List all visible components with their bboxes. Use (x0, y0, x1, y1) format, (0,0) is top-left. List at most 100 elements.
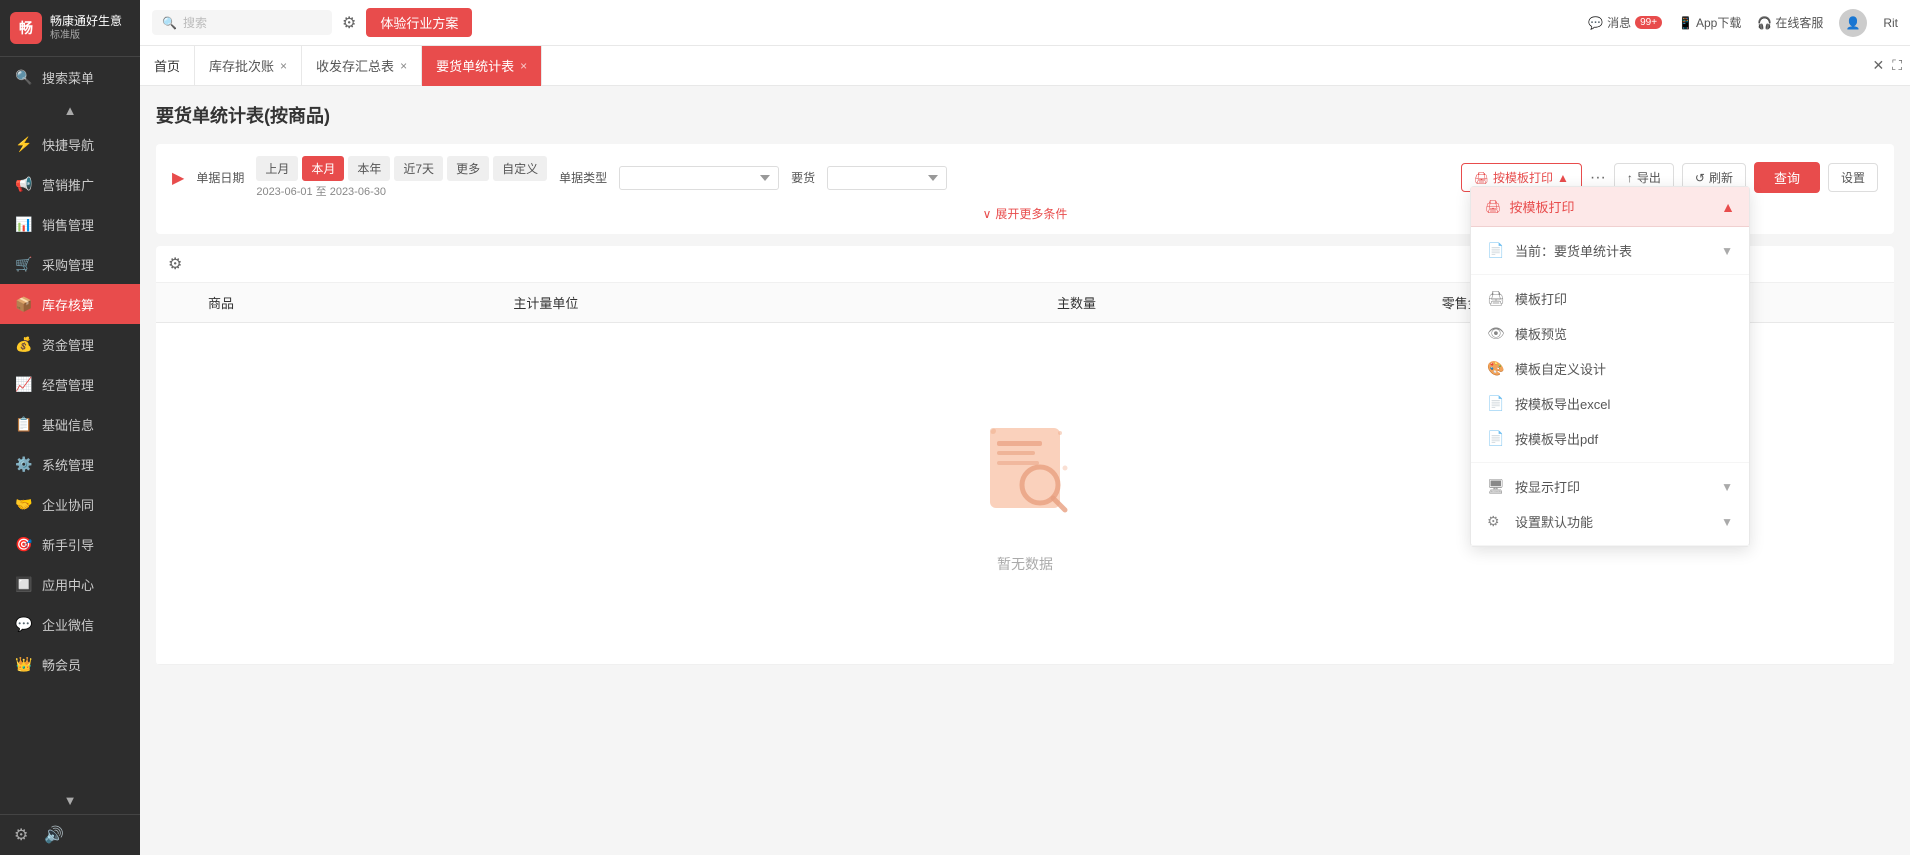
mobile-icon: 📱 (1678, 16, 1693, 30)
inventory-icon: 📦 (14, 294, 34, 314)
chevron-down-icon: ∨ (983, 207, 992, 221)
more-options-btn[interactable]: ··· (1590, 169, 1606, 187)
date-btn-custom[interactable]: 自定义 (493, 156, 547, 181)
dropdown-extra-sections: 🖥 按显示打印 ▼ ⚙ 设置默认功能 ▼ (1471, 463, 1749, 546)
sidebar-item-finance[interactable]: 💰 资金管理 (0, 324, 140, 364)
sidebar-item-apps[interactable]: 🔲 应用中心 (0, 564, 140, 604)
tab-batch[interactable]: 库存批次账 × (195, 46, 302, 86)
col-unit: 主计量单位 (501, 283, 1045, 323)
message-badge: 99+ (1635, 16, 1662, 29)
col-quantity: 主数量 (1045, 283, 1430, 323)
tabs-right-actions: ✕ ⛶ (1872, 57, 1910, 74)
date-btn-more[interactable]: 更多 (447, 156, 489, 181)
tab-close-collection[interactable]: × (400, 59, 407, 73)
date-btn-group: 上月 本月 本年 近7天 更多 自定义 2023-06-01 至 2023-06… (256, 156, 547, 199)
sidebar-bottom: ⚙ 🔊 (0, 814, 140, 855)
sidebar-nav: ⚡ 快捷导航 📢 营销推广 📊 销售管理 🛒 采购管理 📦 库存核算 💰 资金管… (0, 124, 140, 787)
filter-expand-icon[interactable]: ▶ (172, 168, 184, 188)
date-btn-current-month[interactable]: 本月 (302, 156, 344, 181)
sidebar: 畅 畅康通好生意 标准版 🔍 搜索菜单 ▲ ⚡ 快捷导航 📢 营销推广 📊 销售… (0, 0, 140, 855)
system-icon: ⚙️ (14, 454, 34, 474)
sidebar-item-guide[interactable]: 🎯 新手引导 (0, 524, 140, 564)
date-btn-last7[interactable]: 近7天 (394, 156, 443, 181)
tab-close-batch[interactable]: × (280, 59, 287, 73)
topbar: 🔍 搜索 ⚙ 体验行业方案 💬 消息 99+ 📱 App下载 🎧 在线客服 👤 … (140, 0, 1910, 46)
set-default-item[interactable]: ⚙ 设置默认功能 ▼ (1471, 504, 1749, 539)
search-icon: 🔍 (14, 67, 34, 87)
scroll-up-btn[interactable]: ▲ (0, 97, 140, 124)
template-print-item[interactable]: 🖨 模板打印 (1471, 281, 1749, 316)
query-button[interactable]: 查询 (1754, 162, 1820, 193)
dropdown-close-btn[interactable]: ▲ (1721, 199, 1735, 215)
scroll-down-btn[interactable]: ▼ (0, 787, 140, 814)
sidebar-item-basic[interactable]: 📋 基础信息 (0, 404, 140, 444)
sidebar-item-marketing[interactable]: 📢 营销推广 (0, 164, 140, 204)
settings-bottom-icon[interactable]: ⚙ (14, 825, 28, 845)
wechat-icon: 💬 (14, 614, 34, 634)
finance-icon: 💰 (14, 334, 34, 354)
audio-icon[interactable]: 🔊 (44, 825, 64, 845)
sidebar-item-enterprise[interactable]: 🤝 企业协同 (0, 484, 140, 524)
current-template-item[interactable]: 📄 当前：要货单统计表 ▼ (1471, 233, 1749, 268)
current-template-section: 📄 当前：要货单统计表 ▼ (1471, 227, 1749, 275)
sidebar-item-sales[interactable]: 📊 销售管理 (0, 204, 140, 244)
trial-button[interactable]: 体验行业方案 (366, 8, 472, 37)
settings-button[interactable]: 设置 (1828, 163, 1878, 192)
headset-icon: 🎧 (1757, 16, 1772, 30)
purchase-icon: 🛒 (14, 254, 34, 274)
sidebar-item-member[interactable]: 👑 畅会员 (0, 644, 140, 684)
dropdown-title: 🖨 按模板打印 (1485, 197, 1575, 216)
topbar-search-box[interactable]: 🔍 搜索 (152, 10, 332, 35)
date-range-text: 2023-06-01 至 2023-06-30 (256, 183, 547, 199)
col-product: 商品 (196, 283, 501, 323)
template-excel-item[interactable]: 📄 按模板导出excel (1471, 386, 1749, 421)
apps-icon: 🔲 (14, 574, 34, 594)
basic-icon: 📋 (14, 414, 34, 434)
logo-text: 畅康通好生意 标准版 (50, 14, 122, 43)
template-design-item[interactable]: 🎨 模板自定义设计 (1471, 351, 1749, 386)
template-pdf-icon: 📄 (1487, 430, 1505, 447)
sidebar-item-shortcut[interactable]: ⚡ 快捷导航 (0, 124, 140, 164)
current-template-arrow: ▼ (1721, 244, 1733, 258)
sidebar-item-purchase[interactable]: 🛒 采购管理 (0, 244, 140, 284)
template-preview-icon: 👁 (1487, 325, 1505, 342)
topbar-right: 💬 消息 99+ 📱 App下载 🎧 在线客服 👤 Rit (1588, 9, 1898, 37)
tab-order-stats[interactable]: 要货单统计表 × (422, 46, 542, 86)
sales-icon: 📊 (14, 214, 34, 234)
avatar[interactable]: 👤 (1839, 9, 1867, 37)
page-title: 要货单统计表(按商品) (156, 102, 1894, 128)
tabs-bar: 首页 库存批次账 × 收发存汇总表 × 要货单统计表 × ✕ ⛶ (140, 46, 1910, 86)
tab-maximize-btn[interactable]: ⛶ (1892, 57, 1902, 74)
online-service-button[interactable]: 🎧 在线客服 (1757, 14, 1823, 31)
sidebar-search[interactable]: 🔍 搜索菜单 (0, 57, 140, 97)
display-print-arrow: ▼ (1721, 480, 1733, 494)
message-icon: 💬 (1588, 16, 1603, 30)
sidebar-item-system[interactable]: ⚙️ 系统管理 (0, 444, 140, 484)
dropdown-header: 🖨 按模板打印 ▲ (1471, 187, 1749, 227)
chevron-up-icon: ▲ (1557, 171, 1569, 185)
sidebar-item-inventory[interactable]: 📦 库存核算 (0, 284, 140, 324)
date-btn-current-year[interactable]: 本年 (348, 156, 390, 181)
display-print-item[interactable]: 🖥 按显示打印 ▼ (1471, 469, 1749, 504)
printer-header-icon: 🖨 (1485, 199, 1502, 215)
app-download-button[interactable]: 📱 App下载 (1678, 14, 1741, 31)
tab-collection[interactable]: 收发存汇总表 × (302, 46, 422, 86)
shortcut-icon: ⚡ (14, 134, 34, 154)
require-goods-select[interactable] (827, 166, 947, 190)
current-template-icon: 📄 (1487, 242, 1505, 259)
sidebar-item-wechat[interactable]: 💬 企业微信 (0, 604, 140, 644)
template-preview-item[interactable]: 👁 模板预览 (1471, 316, 1749, 351)
sidebar-logo: 畅 畅康通好生意 标准版 (0, 0, 140, 57)
gear-icon[interactable]: ⚙ (342, 13, 356, 33)
date-btn-last-month[interactable]: 上月 (256, 156, 298, 181)
type-select[interactable] (619, 166, 779, 190)
member-icon: 👑 (14, 654, 34, 674)
tab-home[interactable]: 首页 (140, 46, 195, 86)
template-pdf-item[interactable]: 📄 按模板导出pdf (1471, 421, 1749, 456)
table-settings-icon[interactable]: ⚙ (168, 254, 182, 274)
sidebar-item-operation[interactable]: 📈 经营管理 (0, 364, 140, 404)
username-label: Rit (1883, 16, 1898, 30)
tab-close-order-stats[interactable]: × (520, 59, 527, 73)
tab-close-window-btn[interactable]: ✕ (1872, 57, 1884, 74)
message-button[interactable]: 💬 消息 99+ (1588, 14, 1662, 31)
